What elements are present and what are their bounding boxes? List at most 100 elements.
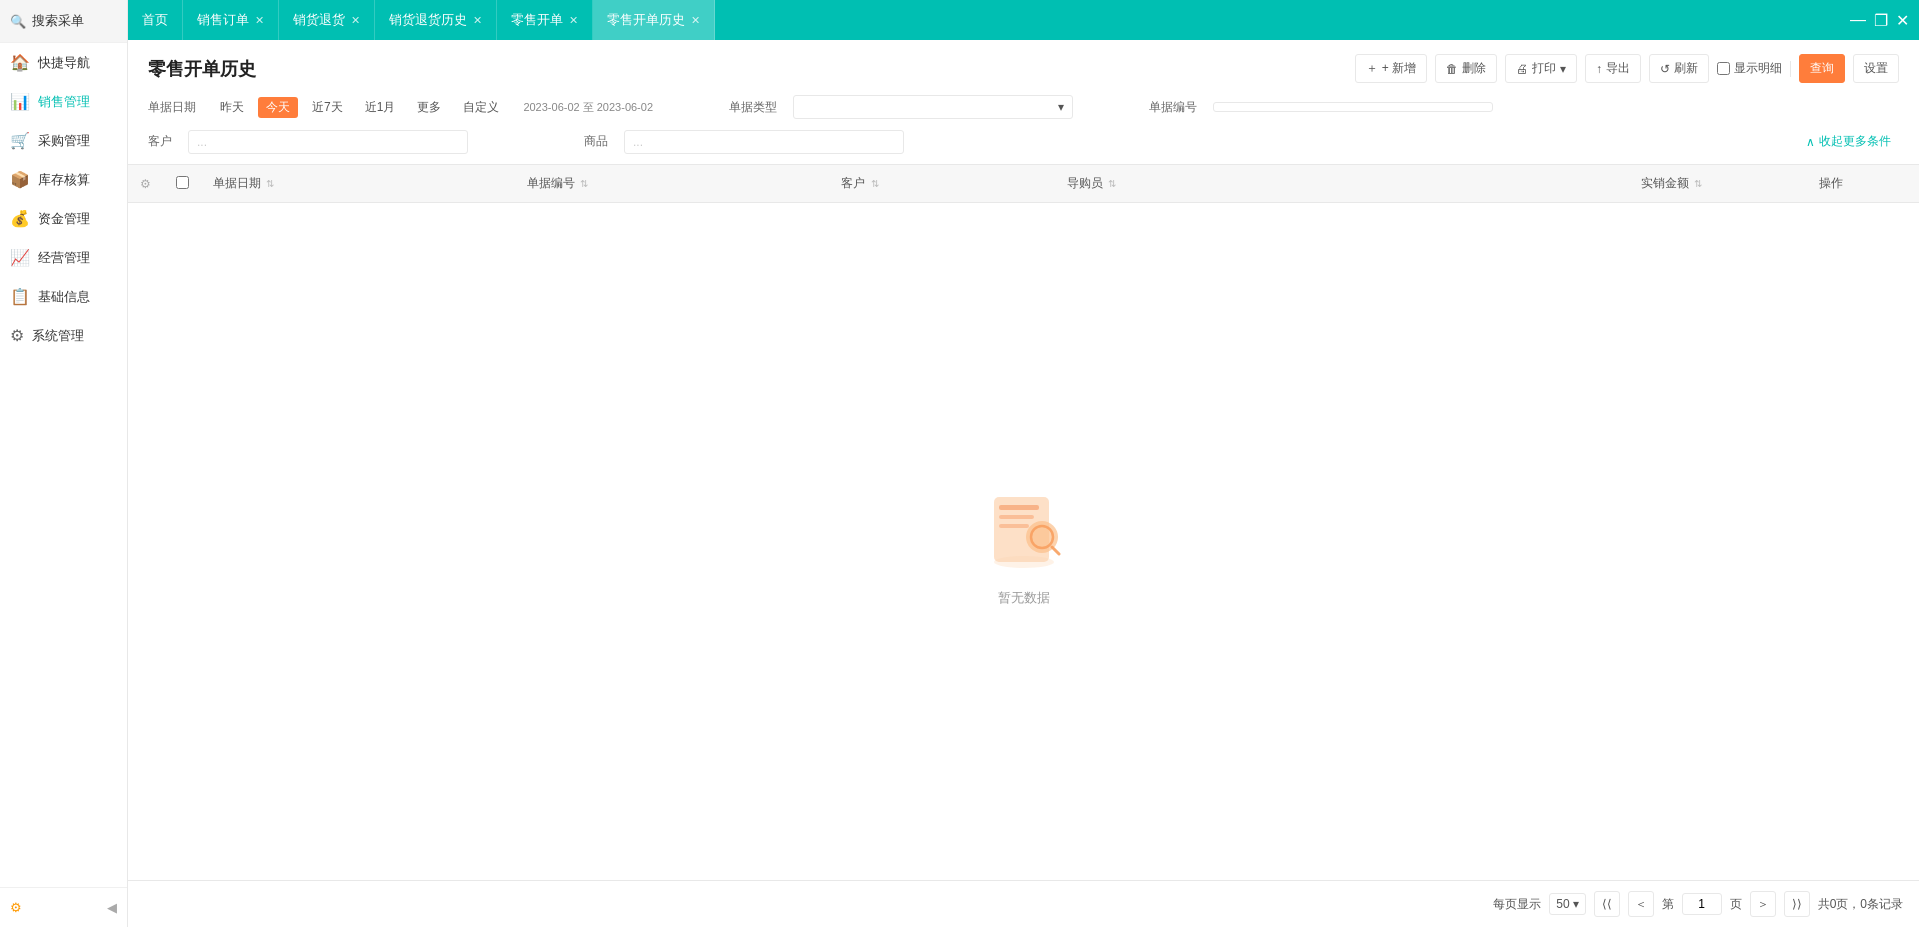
sidebar-item-basic-info[interactable]: 📋 基础信息 <box>0 277 127 316</box>
tab-retail-open-history[interactable]: 零售开单历史 ✕ <box>593 0 715 40</box>
home-icon: 🏠 <box>10 53 30 72</box>
sidebar-item-sales-mgmt[interactable]: 📊 销售管理 <box>0 82 127 121</box>
date-btn-last-month[interactable]: 近1月 <box>357 97 404 118</box>
collapse-icon[interactable]: ◀ <box>107 900 117 915</box>
page-number-input[interactable] <box>1682 893 1722 915</box>
sidebar-item-label: 基础信息 <box>38 288 90 306</box>
th-doc-date-label: 单据日期 <box>213 176 261 190</box>
close-window-icon[interactable]: ✕ <box>1896 11 1909 30</box>
chevron-down-icon: ▾ <box>1058 100 1064 114</box>
sidebar: 🔍 搜索采单 🏠 快捷导航 📊 销售管理 🛒 采购管理 📦 库存核算 💰 资金管… <box>0 0 128 927</box>
doc-no-label: 单据编号 <box>1149 99 1197 116</box>
product-placeholder: ... <box>633 135 643 149</box>
customer-placeholder: ... <box>197 135 207 149</box>
refresh-button[interactable]: ↺ 刷新 <box>1649 54 1709 83</box>
date-btn-custom[interactable]: 自定义 <box>455 97 507 118</box>
sort-icon[interactable]: ⇅ <box>266 178 274 189</box>
date-range-text: 2023-06-02 至 2023-06-02 <box>523 100 653 115</box>
svg-line-7 <box>1052 547 1059 554</box>
settings-label: 设置 <box>1864 60 1888 77</box>
page-size-select[interactable]: 50 ▾ <box>1549 893 1585 915</box>
prev-page-button[interactable]: ＜ <box>1628 891 1654 917</box>
per-page-value: 50 <box>1556 897 1569 911</box>
sort-icon[interactable]: ⇅ <box>580 178 588 189</box>
sidebar-item-label: 快捷导航 <box>38 54 90 72</box>
close-icon[interactable]: ✕ <box>569 14 578 27</box>
chart-icon: 📊 <box>10 92 30 111</box>
sidebar-item-sys-mgmt[interactable]: ⚙ 系统管理 <box>0 316 127 355</box>
select-all-checkbox[interactable] <box>176 176 189 189</box>
doc-type-label: 单据类型 <box>729 99 777 116</box>
date-btn-more[interactable]: 更多 <box>409 97 449 118</box>
sort-icon[interactable]: ⇅ <box>1694 178 1702 189</box>
total-label: 共0页，0条记录 <box>1818 896 1903 913</box>
last-page-button[interactable]: ⟩⟩ <box>1784 891 1810 917</box>
content-header: 零售开单历史 ＋ + 新增 🗑 删除 🖨 打印 ▾ ↑ 导出 <box>128 40 1919 165</box>
chevron-down-icon: ▾ <box>1573 897 1579 911</box>
sidebar-item-label: 采购管理 <box>38 132 90 150</box>
close-icon[interactable]: ✕ <box>691 14 700 27</box>
settings-button[interactable]: 设置 <box>1853 54 1899 83</box>
doc-type-select[interactable]: ▾ <box>793 95 1073 119</box>
page-suffix: 页 <box>1730 896 1742 913</box>
sidebar-item-label: 资金管理 <box>38 210 90 228</box>
add-label: + 新增 <box>1382 60 1416 77</box>
date-btn-yesterday[interactable]: 昨天 <box>212 97 252 118</box>
export-label: 导出 <box>1606 60 1630 77</box>
sort-icon[interactable]: ⇅ <box>871 178 879 189</box>
query-button[interactable]: 查询 <box>1799 54 1845 83</box>
doc-no-input[interactable] <box>1213 102 1493 112</box>
main-area: 首页 销售订单 ✕ 销货退货 ✕ 销货退货历史 ✕ 零售开单 ✕ 零售开单历史 … <box>128 0 1919 927</box>
sidebar-item-operations[interactable]: 📈 经营管理 <box>0 238 127 277</box>
table-settings-icon[interactable]: ⚙ <box>140 177 151 191</box>
th-amount: 实销金额 ⇅ <box>1325 165 1742 203</box>
delete-button[interactable]: 🗑 删除 <box>1435 54 1497 83</box>
print-button[interactable]: 🖨 打印 ▾ <box>1505 54 1577 83</box>
add-button[interactable]: ＋ + 新增 <box>1355 54 1427 83</box>
tab-sales-return[interactable]: 销货退货 ✕ <box>279 0 375 40</box>
delete-label: 删除 <box>1462 60 1486 77</box>
empty-illustration <box>974 477 1074 577</box>
per-page-label: 每页显示 <box>1493 896 1541 913</box>
date-options: 昨天 今天 近7天 近1月 更多 自定义 <box>212 97 507 118</box>
clipboard-icon: 📋 <box>10 287 30 306</box>
empty-text: 暂无数据 <box>998 589 1050 607</box>
settings-icon[interactable]: ⚙ <box>10 900 22 915</box>
close-icon[interactable]: ✕ <box>473 14 482 27</box>
box-icon: 📦 <box>10 170 30 189</box>
next-page-button[interactable]: ＞ <box>1750 891 1776 917</box>
add-icon: ＋ <box>1366 60 1378 77</box>
date-label: 单据日期 <box>148 99 196 116</box>
window-controls: — ❐ ✕ <box>1850 11 1919 30</box>
sidebar-footer: ⚙ ◀ <box>0 887 127 927</box>
date-btn-last7[interactable]: 近7天 <box>304 97 351 118</box>
sidebar-search[interactable]: 🔍 搜索采单 <box>0 0 127 43</box>
tab-home[interactable]: 首页 <box>128 0 183 40</box>
print-label: 打印 <box>1532 60 1556 77</box>
export-button[interactable]: ↑ 导出 <box>1585 54 1641 83</box>
tab-sales-order[interactable]: 销售订单 ✕ <box>183 0 279 40</box>
sidebar-item-finance[interactable]: 💰 资金管理 <box>0 199 127 238</box>
close-icon[interactable]: ✕ <box>255 14 264 27</box>
restore-icon[interactable]: ❐ <box>1874 11 1888 30</box>
product-label: 商品 <box>584 133 608 150</box>
first-page-button[interactable]: ⟨⟨ <box>1594 891 1620 917</box>
sidebar-item-quick-nav[interactable]: 🏠 快捷导航 <box>0 43 127 82</box>
svg-rect-3 <box>999 515 1034 519</box>
sidebar-item-purchase-mgmt[interactable]: 🛒 采购管理 <box>0 121 127 160</box>
refresh-icon: ↺ <box>1660 62 1670 76</box>
sidebar-search-label: 搜索采单 <box>32 12 84 30</box>
minimize-icon[interactable]: — <box>1850 11 1866 29</box>
close-icon[interactable]: ✕ <box>351 14 360 27</box>
tab-sales-return-history[interactable]: 销货退货历史 ✕ <box>375 0 497 40</box>
sort-icon[interactable]: ⇅ <box>1108 178 1116 189</box>
sidebar-item-inventory[interactable]: 📦 库存核算 <box>0 160 127 199</box>
tab-retail-open[interactable]: 零售开单 ✕ <box>497 0 593 40</box>
display-detail-checkbox-wrapper[interactable]: 显示明细 <box>1717 60 1782 77</box>
tab-retail-open-history-label: 零售开单历史 <box>607 11 685 29</box>
product-input[interactable]: ... <box>624 130 904 154</box>
customer-input[interactable]: ... <box>188 130 468 154</box>
date-btn-today[interactable]: 今天 <box>258 97 298 118</box>
collapse-button[interactable]: ∧ 收起更多条件 <box>1798 129 1899 154</box>
display-detail-checkbox[interactable] <box>1717 62 1730 75</box>
